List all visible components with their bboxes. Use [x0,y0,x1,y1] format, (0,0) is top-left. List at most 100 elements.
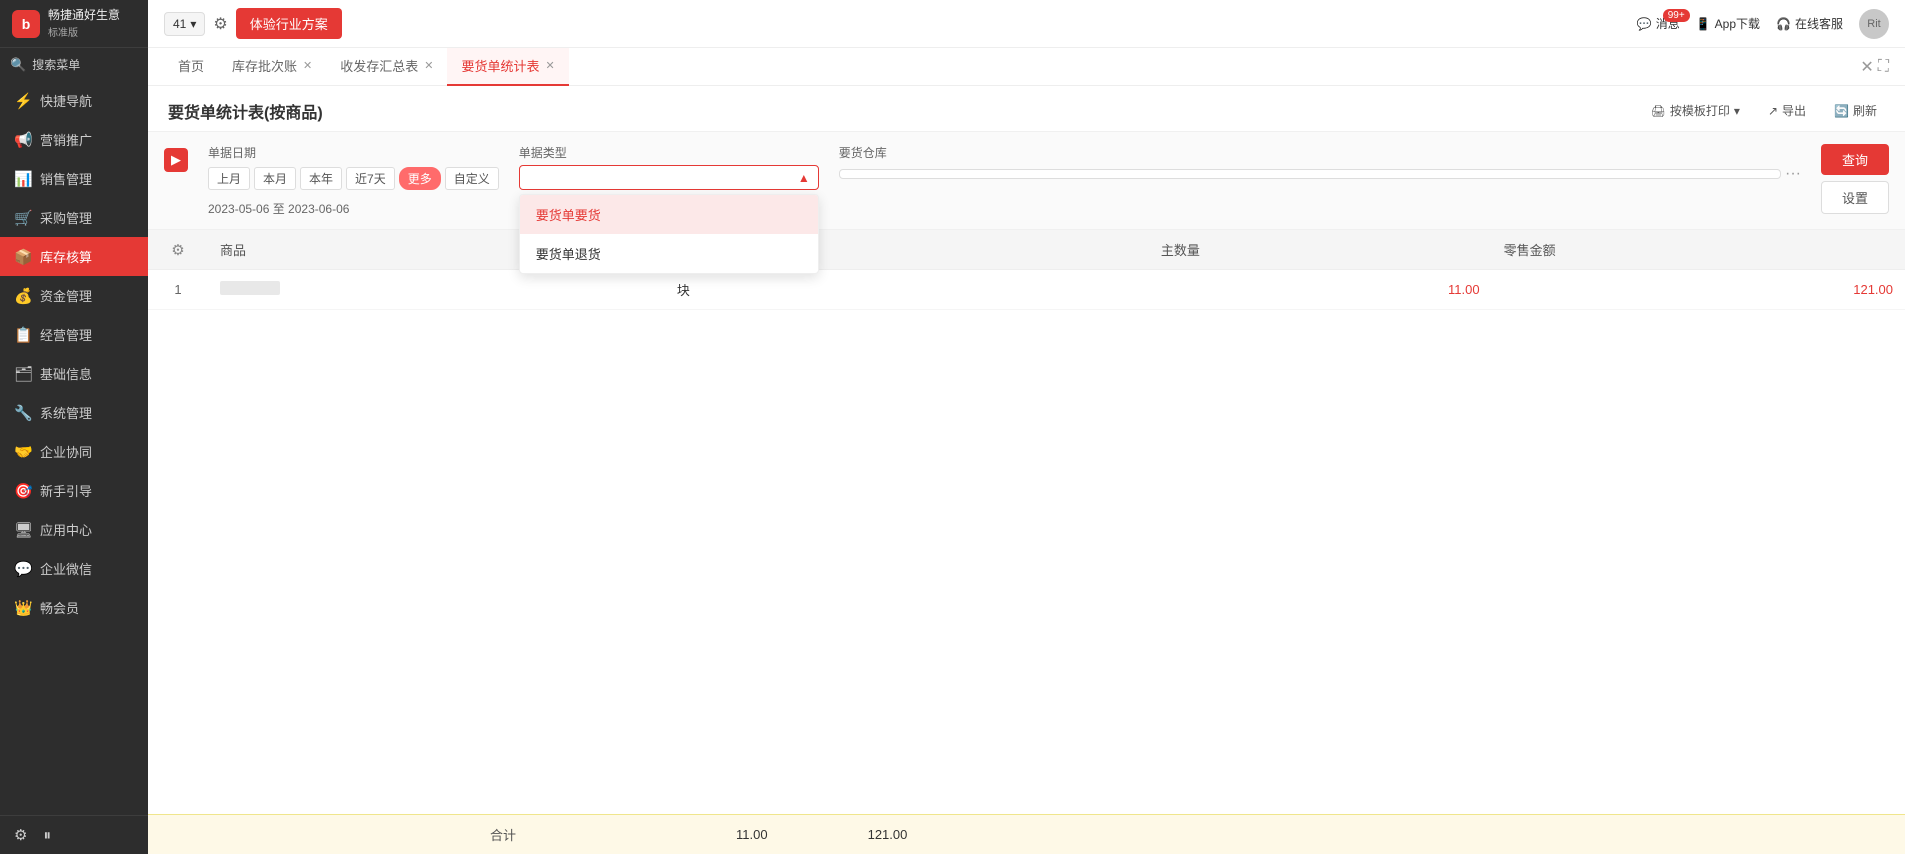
refresh-btn[interactable]: 🔄 刷新 [1826,98,1885,123]
service-label: 在线客服 [1795,15,1843,32]
sidebar-item-label: 库存核算 [40,247,92,266]
app-download-btn[interactable]: 📱 App下载 [1696,15,1760,32]
page-content: 要货单统计表(按商品) 🖨 按模板打印 ▾ ↗ 导出 🔄 刷新 [148,86,1905,854]
btn-this-month[interactable]: 本月 [254,167,296,190]
sidebar-item-label: 基础信息 [40,364,92,383]
date-filter-label: 单据日期 [208,144,499,161]
print-icon: 🖨 [1651,104,1666,118]
sidebar-item-inventory[interactable]: 📦 库存核算 [0,237,148,276]
member-icon: 👑 [14,599,32,617]
dropdown-item-order-goods[interactable]: 要货单要货 [520,195,818,234]
footer-quantity: 11.00 [736,827,768,842]
refresh-icon: 🔄 [1834,104,1849,118]
sidebar-footer: ⚙ ⏸ [0,815,148,854]
page-title: 要货单统计表(按商品) [168,99,323,123]
close-all-tabs[interactable]: ✕ ⛶ [1860,57,1889,77]
sidebar-item-label: 系统管理 [40,403,92,422]
tab-stock-summary[interactable]: 收发存汇总表 ✕ [326,48,447,86]
column-settings-icon[interactable]: ⚙ [171,242,184,259]
th-quantity: 主数量 [1149,230,1492,270]
collapse-icon[interactable]: ⏸ [43,827,51,844]
btn-more-dates[interactable]: 更多 [399,167,441,190]
operation-icon: 📋 [14,326,32,344]
service-btn[interactable]: 🎧 在线客服 [1776,15,1843,32]
sidebar-item-label: 资金管理 [40,286,92,305]
product-name-placeholder [220,281,280,295]
sidebar-item-label: 畅会员 [40,598,79,617]
order-goods-label: 要货单要货 [536,208,601,223]
tab-stock-summary-close[interactable]: ✕ [424,59,433,72]
type-input[interactable] [528,170,798,185]
app-label: App下载 [1715,15,1760,32]
btn-custom-date[interactable]: 自定义 [445,167,499,190]
message-btn[interactable]: 💬 消息 99+ [1637,15,1680,32]
enterprise-icon: 🤝 [14,443,32,461]
type-filter-group: 单据类型 ▲ 要货单要货 要货单退货 [519,144,819,190]
purchase-icon: 🛒 [14,209,32,227]
user-avatar[interactable]: Rit [1859,9,1889,39]
sales-icon: 📊 [14,170,32,188]
warehouse-selector[interactable] [839,169,1781,179]
settings-btn[interactable]: 设置 [1821,181,1889,214]
company-selector[interactable]: 41 ▾ [164,12,205,36]
sidebar-item-appstore[interactable]: 🖥 应用中心 [0,510,148,549]
sidebar-item-enterprise[interactable]: 🤝 企业协同 [0,432,148,471]
sidebar-item-member[interactable]: 👑 畅会员 [0,588,148,627]
tab-order-stats[interactable]: 要货单统计表 ✕ [447,48,568,86]
sidebar-item-guide[interactable]: 🎯 新手引导 [0,471,148,510]
warehouse-filter-group: 要货仓库 ··· [839,144,1801,183]
sidebar-item-marketing[interactable]: 📢 营销推广 [0,120,148,159]
marketing-icon: 📢 [14,131,32,149]
th-gear: ⚙ [148,230,208,270]
sidebar-item-label: 企业微信 [40,559,92,578]
table-row: 1 块 11.00 121.00 [148,270,1905,310]
btn-last-7days[interactable]: 近7天 [346,167,395,190]
chevron-up-icon: ▲ [798,171,810,185]
warehouse-more-icon[interactable]: ··· [1785,165,1801,183]
sidebar-item-label: 企业协同 [40,442,92,461]
tab-order-stats-close[interactable]: ✕ [546,59,555,72]
date-quick-btns: 上月 本月 本年 近7天 更多 自定义 [208,167,499,190]
cell-amount: 121.00 [1492,270,1905,310]
sidebar-item-label: 新手引导 [40,481,92,500]
sidebar-item-purchase[interactable]: 🛒 采购管理 [0,198,148,237]
query-btn[interactable]: 查询 [1821,144,1889,175]
export-icon: ↗ [1768,104,1778,118]
sidebar-item-sales[interactable]: 📊 销售管理 [0,159,148,198]
close-all-icon: ✕ [1860,57,1873,77]
export-btn[interactable]: ↗ 导出 [1760,98,1814,123]
date-filter-group: 单据日期 上月 本月 本年 近7天 更多 自定义 2023-05-06 至 20… [208,144,499,217]
dropdown-item-order-return[interactable]: 要货单退货 [520,234,818,273]
sidebar-item-finance[interactable]: 💰 资金管理 [0,276,148,315]
btn-this-year[interactable]: 本年 [300,167,342,190]
sidebar-item-system[interactable]: 🔧 系统管理 [0,393,148,432]
filter-expand-btn[interactable]: ▶ [164,148,188,172]
sidebar-item-basic[interactable]: 🗂 基础信息 [0,354,148,393]
type-selector[interactable]: ▲ [519,165,819,190]
sidebar-item-operation[interactable]: 📋 经营管理 [0,315,148,354]
sidebar-item-quick-nav[interactable]: ⚡ 快捷导航 [0,81,148,120]
tab-batch-account-close[interactable]: ✕ [303,59,312,72]
app-icon: 📱 [1696,17,1711,31]
logo-icon: b [12,10,40,38]
topbar-gear-icon[interactable]: ⚙ [213,14,227,34]
service-icon: 🎧 [1776,17,1791,31]
tab-home[interactable]: 首页 [164,48,218,86]
finance-icon: 💰 [14,287,32,305]
message-icon: 💬 [1637,17,1652,31]
print-chevron: ▾ [1734,104,1740,118]
cell-unit: 块 [665,270,1149,310]
cell-seq: 1 [148,270,208,310]
tab-batch-account[interactable]: 库存批次账 ✕ [218,48,326,86]
sidebar-search[interactable]: 🔍 搜索菜单 [0,48,148,81]
date-range-display: 2023-05-06 至 2023-06-06 [208,200,499,217]
btn-last-month[interactable]: 上月 [208,167,250,190]
sidebar-item-wechat[interactable]: 💬 企业微信 [0,549,148,588]
sidebar-nav: ⚡ 快捷导航 📢 营销推广 📊 销售管理 🛒 采购管理 📦 库存核算 💰 资金管… [0,81,148,815]
industry-btn[interactable]: 体验行业方案 [236,8,342,39]
tab-batch-account-label: 库存批次账 [232,56,297,75]
inventory-icon: 📦 [14,248,32,266]
print-btn[interactable]: 🖨 按模板打印 ▾ [1643,98,1748,123]
settings-footer-icon[interactable]: ⚙ [14,826,27,844]
page-actions: 🖨 按模板打印 ▾ ↗ 导出 🔄 刷新 [1643,98,1885,123]
